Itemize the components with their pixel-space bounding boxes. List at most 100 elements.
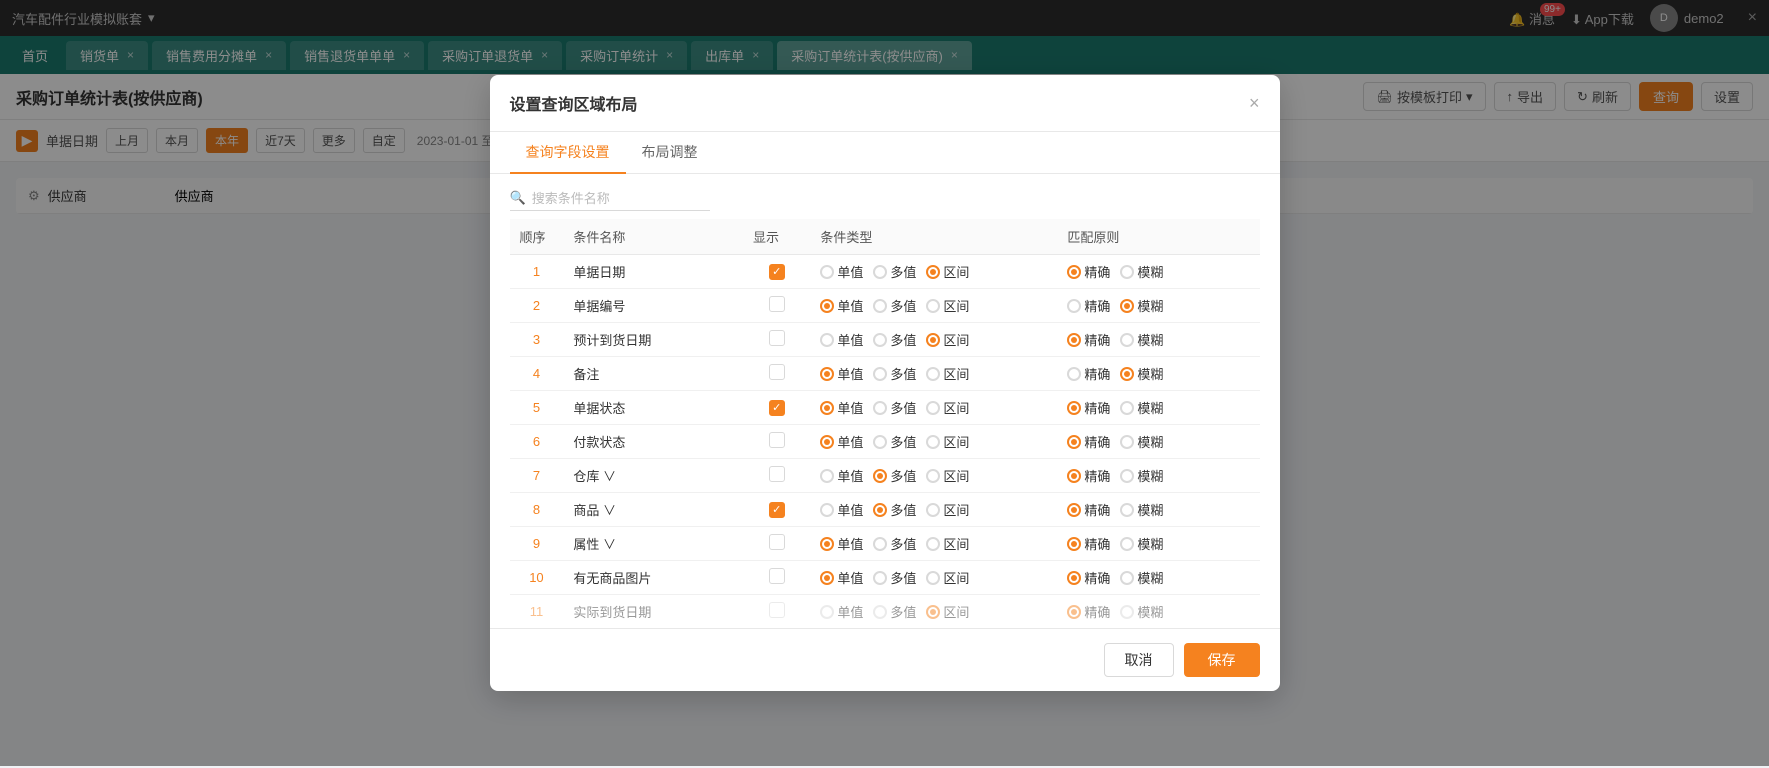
match-radio-模糊[interactable]: 模糊 [1120, 466, 1163, 485]
type-radio-区间[interactable]: 区间 [926, 466, 969, 485]
match-radio-精确[interactable]: 精确 [1067, 296, 1110, 315]
radio-circle [820, 299, 834, 313]
type-radio-单值[interactable]: 单值 [820, 432, 863, 451]
type-radio-单值[interactable]: 单值 [820, 602, 863, 621]
match-radio-模糊[interactable]: 模糊 [1120, 296, 1163, 315]
radio-circle [926, 469, 940, 483]
display-checkbox[interactable] [769, 264, 785, 280]
type-radio-多值[interactable]: 多值 [873, 500, 916, 519]
display-checkbox[interactable] [769, 502, 785, 518]
match-radio-模糊[interactable]: 模糊 [1120, 330, 1163, 349]
type-radio-多值[interactable]: 多值 [873, 296, 916, 315]
table-row-type: 单值多值区间 [810, 255, 1057, 289]
match-radio-精确[interactable]: 精确 [1067, 602, 1110, 621]
type-radio-单值[interactable]: 单值 [820, 568, 863, 587]
type-radio-区间[interactable]: 区间 [926, 432, 969, 451]
match-radio-模糊[interactable]: 模糊 [1120, 398, 1163, 417]
match-radio-模糊[interactable]: 模糊 [1120, 534, 1163, 553]
type-radio-单值[interactable]: 单值 [820, 330, 863, 349]
display-checkbox[interactable] [769, 534, 785, 550]
match-radio-精确[interactable]: 精确 [1067, 568, 1110, 587]
type-radio-多值[interactable]: 多值 [873, 330, 916, 349]
modal-tab-layout[interactable]: 布局调整 [626, 132, 714, 174]
table-row-type: 单值多值区间 [810, 323, 1057, 357]
table-row-display[interactable] [743, 357, 810, 391]
modal-overlay: 设置查询区域布局 × 查询字段设置 布局调整 🔍 顺序 [0, 0, 1769, 766]
match-radio-精确[interactable]: 精确 [1067, 330, 1110, 349]
match-radio-模糊[interactable]: 模糊 [1120, 568, 1163, 587]
type-radio-多值[interactable]: 多值 [873, 602, 916, 621]
type-radio-多值[interactable]: 多值 [873, 534, 916, 553]
modal-tab-query-fields[interactable]: 查询字段设置 [510, 132, 626, 174]
modal-close-button[interactable]: × [1249, 94, 1260, 112]
type-radio-区间[interactable]: 区间 [926, 262, 969, 281]
type-radio-多值[interactable]: 多值 [873, 568, 916, 587]
type-radio-单值[interactable]: 单值 [820, 364, 863, 383]
radio-circle [926, 265, 940, 279]
table-row-display[interactable] [743, 561, 810, 595]
type-radio-区间[interactable]: 区间 [926, 602, 969, 621]
match-radio-精确[interactable]: 精确 [1067, 364, 1110, 383]
table-row-display[interactable] [743, 391, 810, 425]
radio-circle [1120, 537, 1134, 551]
table-row-display[interactable] [743, 255, 810, 289]
type-radio-多值[interactable]: 多值 [873, 398, 916, 417]
table-row-display[interactable] [743, 493, 810, 527]
type-radio-单值[interactable]: 单值 [820, 398, 863, 417]
match-radio-模糊[interactable]: 模糊 [1120, 364, 1163, 383]
display-checkbox[interactable] [769, 296, 785, 312]
table-row-display[interactable] [743, 459, 810, 493]
table-row-display[interactable] [743, 425, 810, 459]
match-radio-精确[interactable]: 精确 [1067, 398, 1110, 417]
type-radio-单值[interactable]: 单值 [820, 534, 863, 553]
match-radio-模糊[interactable]: 模糊 [1120, 432, 1163, 451]
type-radio-多值[interactable]: 多值 [873, 466, 916, 485]
radio-circle [873, 503, 887, 517]
match-radio-精确[interactable]: 精确 [1067, 262, 1110, 281]
type-radio-单值[interactable]: 单值 [820, 296, 863, 315]
table-row-display[interactable] [743, 595, 810, 629]
radio-circle [873, 537, 887, 551]
type-radio-多值[interactable]: 多值 [873, 262, 916, 281]
radio-circle [926, 605, 940, 619]
match-radio-模糊[interactable]: 模糊 [1120, 262, 1163, 281]
display-checkbox[interactable] [769, 466, 785, 482]
display-checkbox[interactable] [769, 400, 785, 416]
display-checkbox[interactable] [769, 330, 785, 346]
radio-circle [1120, 299, 1134, 313]
type-radio-区间[interactable]: 区间 [926, 568, 969, 587]
radio-circle [1067, 333, 1081, 347]
cancel-button[interactable]: 取消 [1104, 643, 1174, 677]
table-row-type: 单值多值区间 [810, 493, 1057, 527]
th-order: 顺序 [510, 219, 564, 255]
match-radio-模糊[interactable]: 模糊 [1120, 500, 1163, 519]
table-row: 2单据编号单值多值区间精确模糊 [510, 289, 1260, 323]
table-row: 11实际到货日期单值多值区间精确模糊 [510, 595, 1260, 629]
match-radio-模糊[interactable]: 模糊 [1120, 602, 1163, 621]
match-radio-精确[interactable]: 精确 [1067, 534, 1110, 553]
type-radio-区间[interactable]: 区间 [926, 364, 969, 383]
table-row-display[interactable] [743, 527, 810, 561]
type-radio-区间[interactable]: 区间 [926, 330, 969, 349]
type-radio-单值[interactable]: 单值 [820, 466, 863, 485]
table-row-display[interactable] [743, 289, 810, 323]
display-checkbox[interactable] [769, 432, 785, 448]
table-row: 4备注单值多值区间精确模糊 [510, 357, 1260, 391]
match-radio-精确[interactable]: 精确 [1067, 432, 1110, 451]
type-radio-区间[interactable]: 区间 [926, 534, 969, 553]
type-radio-单值[interactable]: 单值 [820, 262, 863, 281]
display-checkbox[interactable] [769, 568, 785, 584]
match-radio-精确[interactable]: 精确 [1067, 500, 1110, 519]
type-radio-区间[interactable]: 区间 [926, 398, 969, 417]
type-radio-多值[interactable]: 多值 [873, 432, 916, 451]
type-radio-区间[interactable]: 区间 [926, 500, 969, 519]
type-radio-单值[interactable]: 单值 [820, 500, 863, 519]
match-radio-精确[interactable]: 精确 [1067, 466, 1110, 485]
search-input[interactable] [532, 191, 692, 206]
table-row-display[interactable] [743, 323, 810, 357]
type-radio-多值[interactable]: 多值 [873, 364, 916, 383]
save-button[interactable]: 保存 [1184, 643, 1260, 677]
display-checkbox[interactable] [769, 364, 785, 380]
type-radio-区间[interactable]: 区间 [926, 296, 969, 315]
display-checkbox[interactable] [769, 602, 785, 618]
